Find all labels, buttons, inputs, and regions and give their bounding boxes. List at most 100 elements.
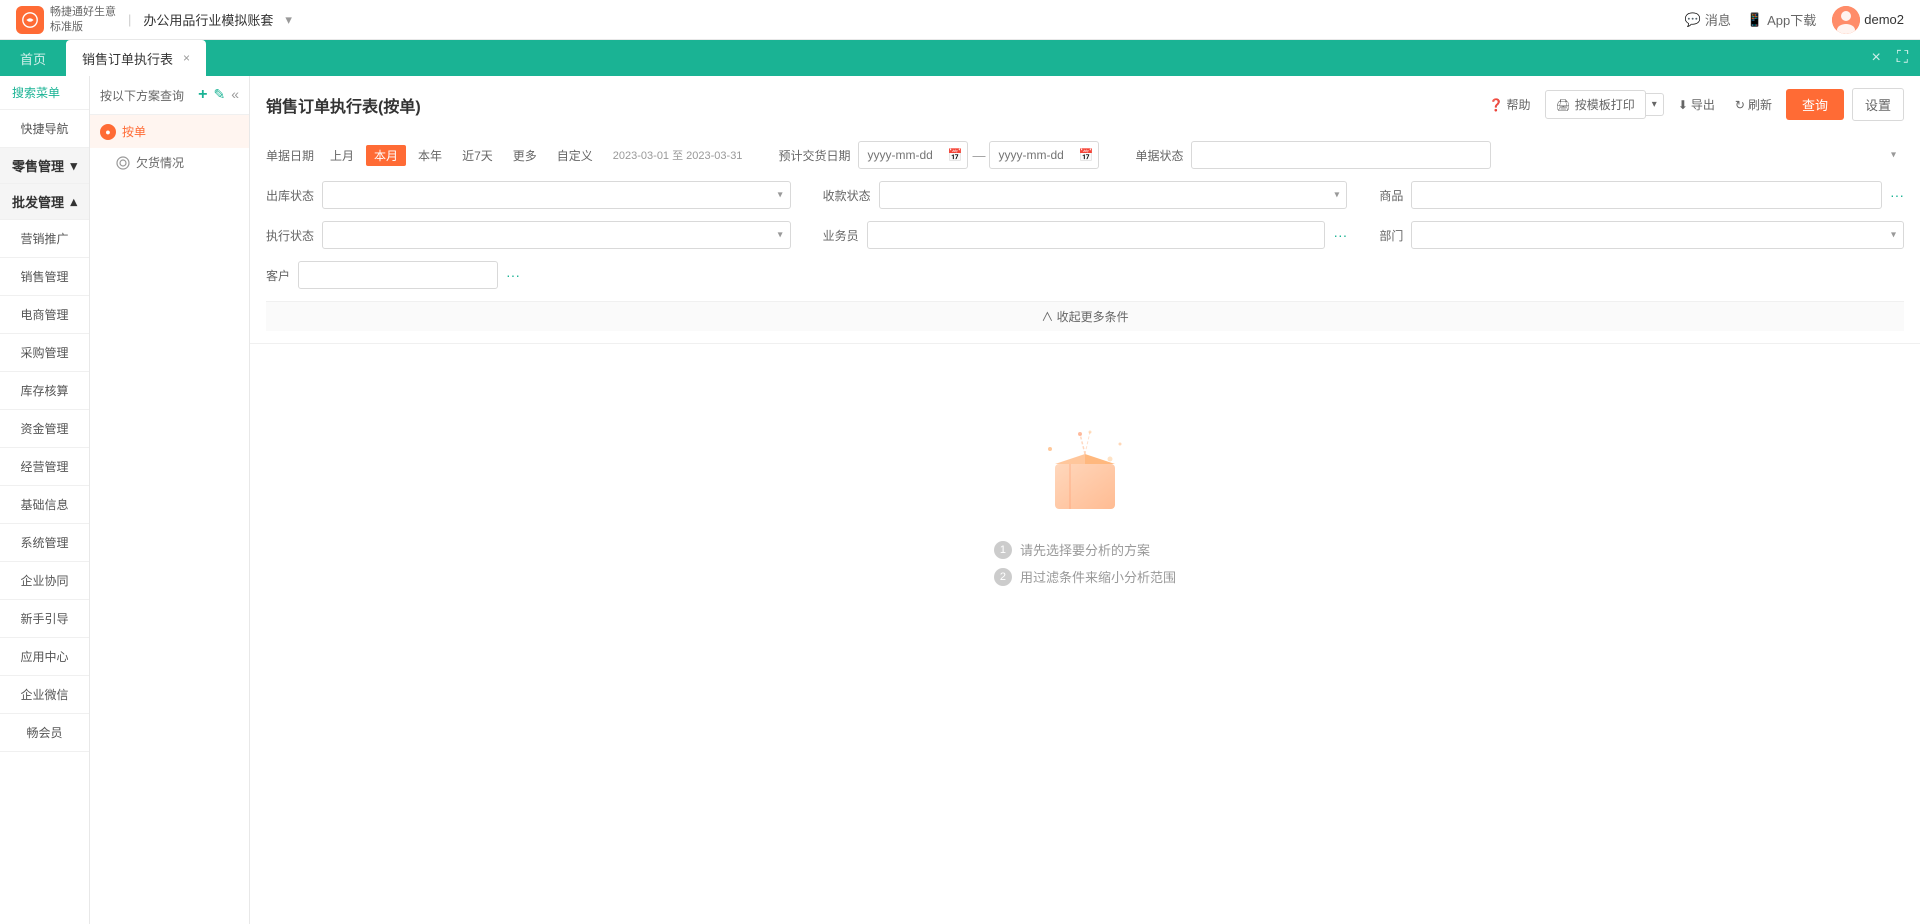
active-tab[interactable]: 销售订单执行表 × <box>66 40 206 76</box>
help-icon: ❓ <box>1489 98 1504 112</box>
sidebar-item-basic-info[interactable]: 基础信息 <box>0 486 89 524</box>
message-button[interactable]: 💬 消息 <box>1685 10 1731 29</box>
sidebar-system-label: 系统管理 <box>20 534 68 551</box>
scheme-sub-icon <box>116 156 130 170</box>
sidebar-item-retail[interactable]: 零售管理 ▾ <box>0 148 89 184</box>
refresh-icon: ↻ <box>1735 98 1745 112</box>
collect-status-label: 收款状态 <box>823 187 871 204</box>
print-trigger-button[interactable]: 🖨 按模板打印 <box>1545 90 1646 119</box>
collect-status-select[interactable] <box>879 181 1348 209</box>
tab-bar: 首页 销售订单执行表 × × ⛶ <box>0 40 1920 76</box>
sidebar-item-ecommerce[interactable]: 电商管理 <box>0 296 89 334</box>
export-button[interactable]: ⬇ 导出 <box>1672 92 1721 117</box>
this-year-tab[interactable]: 本年 <box>410 145 450 166</box>
scheme-panel: 按以下方案查询 + ✎ « ● 按单 欠货情况 <box>90 76 250 924</box>
sidebar-item-sales[interactable]: 销售管理 <box>0 258 89 296</box>
header-right: 💬 消息 📱 App下载 demo2 <box>1685 6 1904 34</box>
sidebar-item-system[interactable]: 系统管理 <box>0 524 89 562</box>
print-dropdown-arrow[interactable]: ▾ <box>1646 93 1664 116</box>
scheme-add-button[interactable]: + <box>198 86 207 104</box>
collapse-label: 收起更多条件 <box>1057 310 1129 324</box>
sidebar-operations-label: 经营管理 <box>20 458 68 475</box>
sidebar-basic-info-label: 基础信息 <box>20 496 68 513</box>
doc-status-select[interactable] <box>1191 141 1491 169</box>
tip-num-1: 1 <box>994 541 1012 559</box>
sidebar-item-finance[interactable]: 资金管理 <box>0 410 89 448</box>
home-tab[interactable]: 首页 <box>0 40 66 76</box>
sidebar-item-wholesale[interactable]: 批发管理 ▴ <box>0 184 89 220</box>
exec-status-select[interactable] <box>322 221 791 249</box>
user-profile[interactable]: demo2 <box>1832 6 1904 34</box>
tip-text-2: 用过滤条件来缩小分析范围 <box>1020 567 1176 586</box>
export-icon: ⬇ <box>1678 98 1688 112</box>
expected-date-to-input[interactable] <box>989 141 1099 169</box>
query-button[interactable]: 查询 <box>1786 89 1844 120</box>
help-button[interactable]: ❓ 帮助 <box>1483 92 1537 117</box>
customer-more-icon[interactable]: ··· <box>506 267 520 283</box>
collapse-bar[interactable]: ∧ 收起更多条件 <box>266 301 1904 331</box>
sidebar-item-inventory[interactable]: 库存核算 <box>0 372 89 410</box>
last-month-tab[interactable]: 上月 <box>322 145 362 166</box>
exec-status-label: 执行状态 <box>266 227 314 244</box>
last7-tab[interactable]: 近7天 <box>454 145 501 166</box>
app-download-button[interactable]: 📱 App下载 <box>1747 10 1816 29</box>
goods-input[interactable] <box>1411 181 1882 209</box>
sidebar-finance-label: 资金管理 <box>20 420 68 437</box>
refresh-button[interactable]: ↻ 刷新 <box>1729 92 1778 117</box>
sidebar-item-wechat[interactable]: 企业微信 <box>0 676 89 714</box>
dept-select[interactable] <box>1411 221 1904 249</box>
sidebar-item-guide[interactable]: 新手引导 <box>0 600 89 638</box>
sidebar-search[interactable]: 搜索菜单 <box>0 76 89 110</box>
out-status-select-wrapper: ▾ <box>322 181 791 209</box>
filter-group-dept: 部门 ▾ <box>1379 221 1904 249</box>
breadcrumb-dropdown-icon[interactable]: ▾ <box>285 12 292 28</box>
sidebar-item-enterprise[interactable]: 企业协同 <box>0 562 89 600</box>
page-top-actions: ❓ 帮助 🖨 按模板打印 ▾ ⬇ 导出 <box>1483 88 1904 121</box>
scheme-edit-button[interactable]: ✎ <box>213 86 225 104</box>
scheme-item-by-order[interactable]: ● 按单 <box>90 115 249 148</box>
customer-label: 客户 <box>266 267 290 284</box>
this-month-tab[interactable]: 本月 <box>366 145 406 166</box>
goods-more-icon[interactable]: ··· <box>1890 187 1904 203</box>
out-status-select[interactable] <box>322 181 791 209</box>
customer-input[interactable] <box>298 261 498 289</box>
filter-group-expected-date: 预计交货日期 📅 — 📅 <box>778 141 1099 169</box>
logo-icon <box>16 6 44 34</box>
sidebar-item-purchase[interactable]: 采购管理 <box>0 334 89 372</box>
logo-area: 畅捷通好生意 标准版 <box>16 5 116 34</box>
sidebar-member-label: 畅会员 <box>26 724 62 741</box>
sidebar-sales-label: 销售管理 <box>20 268 68 285</box>
tab-close-icon[interactable]: × <box>183 51 190 65</box>
salesman-more-icon[interactable]: ··· <box>1333 227 1347 243</box>
expected-date-from-input[interactable] <box>858 141 968 169</box>
filter-group-exec-status: 执行状态 ▾ <box>266 221 791 249</box>
filter-group-date: 单据日期 上月 本月 本年 近7天 更多 自定义 2023-03-01 至 20… <box>266 145 742 166</box>
filter-group-salesman: 业务员 ··· <box>823 221 1348 249</box>
scheme-sub-item-owe[interactable]: 欠货情况 <box>90 148 249 177</box>
goods-label: 商品 <box>1379 187 1403 204</box>
sidebar-item-quick-nav[interactable]: 快捷导航 <box>0 110 89 148</box>
expected-date-to-wrapper: 📅 <box>989 141 1099 169</box>
tab-expand-button[interactable]: ⛶ <box>1893 45 1912 71</box>
export-label: 导出 <box>1691 96 1715 113</box>
filter-group-collect-status: 收款状态 ▾ <box>823 181 1348 209</box>
expected-date-from-wrapper: 📅 <box>858 141 968 169</box>
scheme-panel-actions: + ✎ « <box>198 86 239 104</box>
expected-date-label: 预计交货日期 <box>778 147 850 164</box>
sidebar-item-app-center[interactable]: 应用中心 <box>0 638 89 676</box>
empty-state: 1 请先选择要分析的方案 2 用过滤条件来缩小分析范围 <box>250 344 1920 666</box>
filter-group-out-status: 出库状态 ▾ <box>266 181 791 209</box>
settings-button[interactable]: 设置 <box>1852 88 1904 121</box>
sidebar-item-marketing[interactable]: 营销推广 <box>0 220 89 258</box>
sidebar-item-operations[interactable]: 经营管理 <box>0 448 89 486</box>
salesman-input[interactable] <box>867 221 1326 249</box>
scheme-collapse-button[interactable]: « <box>231 86 239 104</box>
sidebar-retail-label: 零售管理 <box>12 156 64 175</box>
sidebar-item-member[interactable]: 畅会员 <box>0 714 89 752</box>
dept-select-wrapper: ▾ <box>1411 221 1904 249</box>
tab-minimize-button[interactable]: × <box>1867 45 1884 71</box>
doc-status-arrow-icon: ▾ <box>1891 150 1896 161</box>
user-name[interactable]: demo2 <box>1864 12 1904 27</box>
more-tab[interactable]: 更多 <box>505 145 545 166</box>
custom-tab[interactable]: 自定义 <box>549 145 601 166</box>
